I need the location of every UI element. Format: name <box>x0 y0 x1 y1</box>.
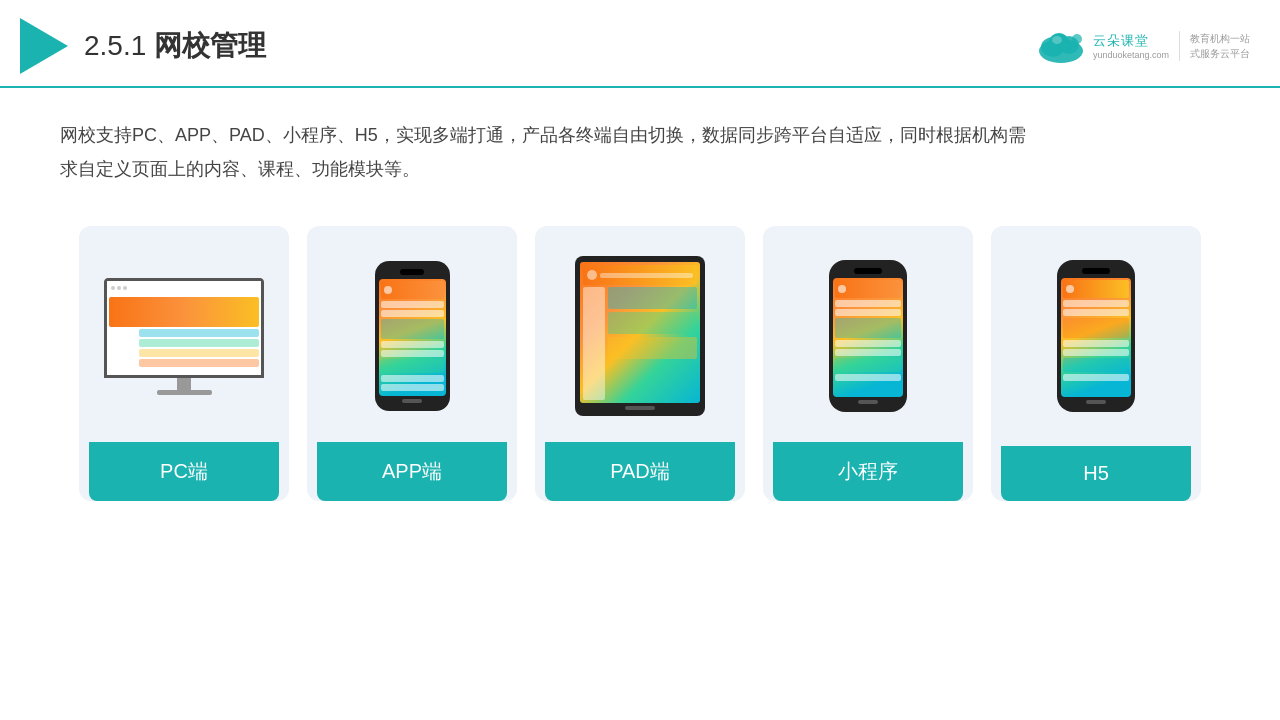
t-r2 <box>608 312 697 334</box>
m-dot <box>838 285 846 293</box>
pc-device-area <box>89 246 279 426</box>
dot1 <box>111 286 115 290</box>
main-area <box>139 329 259 367</box>
brand-divider <box>1179 31 1180 61</box>
pad-device-area <box>545 246 735 426</box>
description-text: 网校支持PC、APP、PAD、小程序、H5，实现多端打通，产品各终端自由切换，数… <box>0 88 1100 206</box>
svg-point-4 <box>1052 36 1062 44</box>
brand-text: 云朵课堂 yunduoketang.com <box>1093 32 1169 60</box>
m-r1 <box>835 300 901 307</box>
t-bar <box>600 273 693 278</box>
m-r2 <box>835 309 901 316</box>
sr1 <box>381 301 444 308</box>
tablet-screen <box>580 262 700 403</box>
app-device-area <box>317 246 507 426</box>
t-sidebar <box>583 287 605 400</box>
mini-notch <box>854 268 882 274</box>
pc-monitor <box>104 278 264 395</box>
brand-top: 云朵课堂 yunduoketang.com 教育机构一站 式服务云平台 <box>1035 29 1250 63</box>
t-main <box>608 287 697 400</box>
sr2 <box>381 310 444 317</box>
sr3 <box>381 319 444 339</box>
mini-home-bar <box>858 400 878 404</box>
svg-point-5 <box>1072 34 1082 44</box>
h5-device-area <box>1001 246 1191 426</box>
phone-screen-app <box>379 279 446 396</box>
m-r4 <box>835 340 901 347</box>
sr8 <box>381 384 444 391</box>
h5-r3 <box>1063 318 1129 338</box>
sr6 <box>381 359 444 373</box>
tablet-home <box>625 406 655 410</box>
h5-banner <box>1063 280 1129 298</box>
phone-screen-h5 <box>1061 278 1131 397</box>
m-r7 <box>835 374 901 381</box>
h5-r5 <box>1063 349 1129 356</box>
card-pad-label: PAD端 <box>545 442 735 501</box>
h5-r4 <box>1063 340 1129 347</box>
monitor-bar <box>107 281 261 295</box>
tablet-banner <box>583 265 697 285</box>
logo-triangle-icon <box>20 18 68 74</box>
avatar-dot <box>384 286 392 294</box>
m-r3 <box>835 318 901 338</box>
phone-device-h5 <box>1057 260 1135 412</box>
row2 <box>139 339 259 347</box>
card-pc-label: PC端 <box>89 442 279 501</box>
dot2 <box>117 286 121 290</box>
sr4 <box>381 341 444 348</box>
h5-r2 <box>1063 309 1129 316</box>
monitor-base <box>157 390 212 395</box>
app-banner <box>381 281 444 299</box>
h5-r6 <box>1063 358 1129 372</box>
brand-tagline: 教育机构一站 式服务云平台 <box>1190 31 1250 61</box>
dot3 <box>123 286 127 290</box>
banner-row <box>109 297 259 327</box>
card-mini-label: 小程序 <box>773 442 963 501</box>
card-h5: H5 <box>991 226 1201 501</box>
phone-notch <box>400 269 424 275</box>
tablet-content <box>583 287 697 400</box>
mini-banner <box>835 280 901 298</box>
phone-screen-mini <box>833 278 903 397</box>
card-h5-label: H5 <box>1001 446 1191 501</box>
sr5 <box>381 350 444 357</box>
card-mini: 小程序 <box>763 226 973 501</box>
monitor-neck <box>177 378 191 390</box>
sr7 <box>381 375 444 382</box>
card-app: APP端 <box>307 226 517 501</box>
header: 2.5.1 网校管理 云朵课堂 yunduoketang.com <box>0 0 1280 88</box>
row1 <box>139 329 259 337</box>
h5-home-bar <box>1086 400 1106 404</box>
card-pc: PC端 <box>79 226 289 501</box>
h5-r1 <box>1063 300 1129 307</box>
brand-logo-area: 云朵课堂 yunduoketang.com 教育机构一站 式服务云平台 <box>1035 29 1250 63</box>
h5-r7 <box>1063 374 1129 381</box>
h5-notch <box>1082 268 1110 274</box>
card-pad: PAD端 <box>535 226 745 501</box>
phone-device-mini <box>829 260 907 412</box>
cards-container: PC端 <box>0 206 1280 521</box>
phone-home-bar <box>402 399 422 403</box>
header-left: 2.5.1 网校管理 <box>20 18 266 74</box>
row3 <box>139 349 259 357</box>
cloud-logo-icon <box>1035 29 1087 63</box>
card-app-label: APP端 <box>317 442 507 501</box>
m-r5 <box>835 349 901 356</box>
t-r1 <box>608 287 697 309</box>
sidebar <box>109 329 137 367</box>
monitor-screen <box>104 278 264 378</box>
phone-device-app <box>375 261 450 411</box>
tablet-device <box>575 256 705 416</box>
page-title: 2.5.1 网校管理 <box>84 27 266 65</box>
mini-device-area <box>773 246 963 426</box>
t-dot <box>587 270 597 280</box>
monitor-content <box>107 295 261 369</box>
row4 <box>139 359 259 367</box>
content-rows <box>109 329 259 367</box>
t-r3 <box>608 337 697 359</box>
h5-dot <box>1066 285 1074 293</box>
m-r6 <box>835 358 901 372</box>
